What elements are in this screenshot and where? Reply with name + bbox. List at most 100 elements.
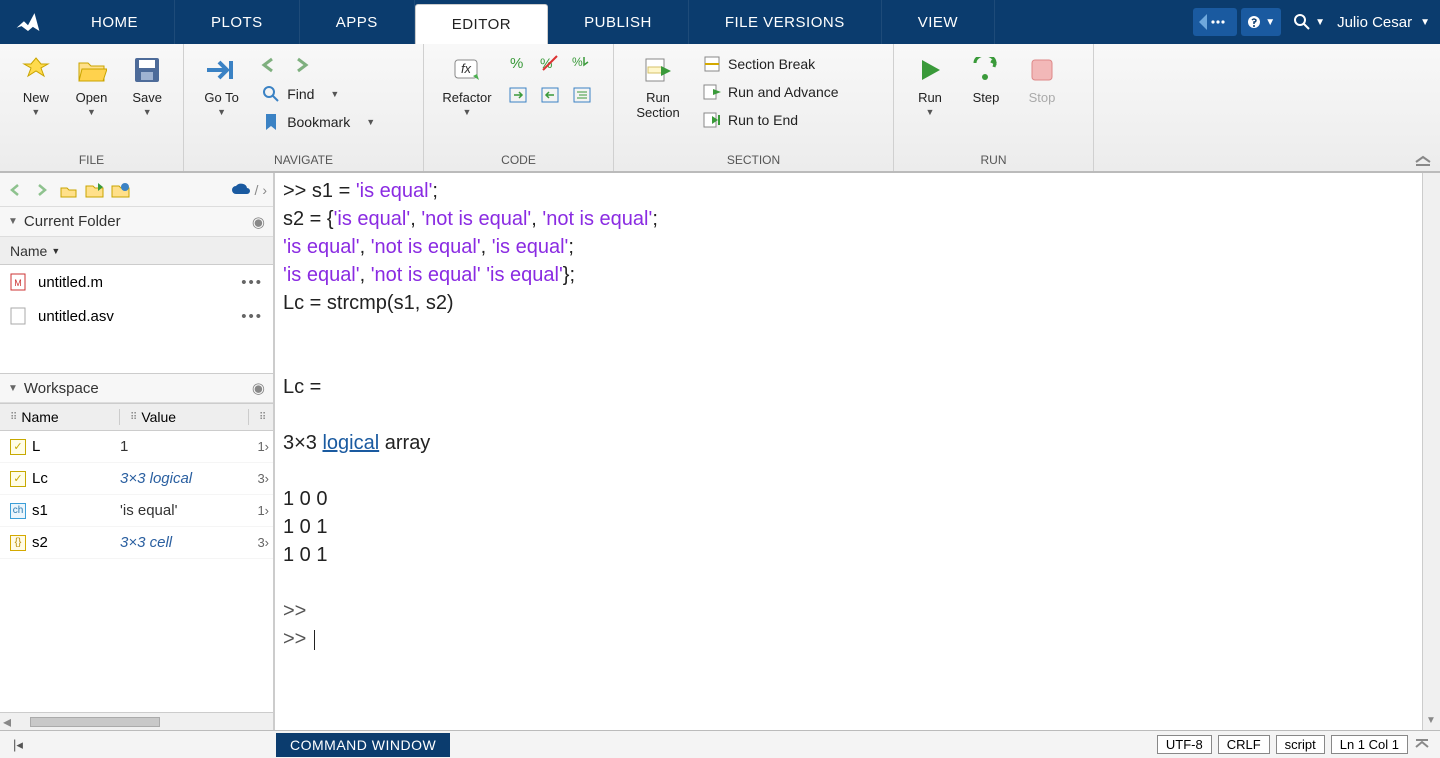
file-name: untitled.m (38, 274, 103, 291)
find-icon (261, 84, 281, 104)
workspace-variable[interactable]: chs1'is equal'1› (0, 495, 273, 527)
run-button[interactable]: Run▼ (902, 50, 958, 117)
cf-column-header[interactable]: Name▼ (0, 237, 273, 265)
status-mode[interactable]: script (1276, 735, 1325, 754)
matlab-logo-icon (0, 0, 55, 44)
wrap-comment-icon[interactable]: % (570, 50, 596, 76)
var-size: 3› (249, 535, 273, 550)
comment-icon[interactable]: % (506, 50, 532, 76)
stop-label: Stop (1029, 90, 1056, 105)
command-window-body[interactable]: >> s1 = 'is equal';s2 = {'is equal', 'no… (275, 173, 1440, 730)
addr-back-icon[interactable] (6, 180, 26, 200)
toolstrip: New▼ Open▼ Save▼ FILE Go To▼ (0, 44, 1440, 172)
panel-menu-icon[interactable]: ◉ (252, 379, 265, 397)
help-dropdown-icon[interactable]: ▼ (1241, 8, 1281, 36)
file-more-icon[interactable]: ••• (241, 274, 263, 291)
var-value: 3×3 cell (120, 534, 249, 551)
top-tab-bar: HOMEPLOTSAPPSEDITORPUBLISHFILE VERSIONSV… (0, 0, 1440, 44)
addr-browse-icon[interactable] (84, 180, 104, 200)
find-label: Find (287, 86, 314, 102)
address-bar: / › (0, 173, 273, 207)
addr-forward-icon[interactable] (32, 180, 52, 200)
refactor-button[interactable]: fx Refactor▼ (432, 50, 502, 117)
ws-col-name[interactable]: ⠿Name (0, 409, 120, 425)
tab-plots[interactable]: PLOTS (175, 0, 300, 44)
cloud-icon[interactable] (230, 180, 250, 200)
addr-up-icon[interactable] (58, 180, 78, 200)
path-more-icon[interactable]: › (262, 182, 267, 198)
step-label: Step (973, 90, 1000, 105)
more-shortcuts-icon[interactable] (1193, 8, 1237, 36)
vertical-scrollbar[interactable]: ▼ (1422, 173, 1440, 730)
uncomment-icon[interactable]: % (538, 50, 564, 76)
workspace-variable[interactable]: Lc3×3 logical3› (0, 463, 273, 495)
tab-apps[interactable]: APPS (300, 0, 415, 44)
status-eol[interactable]: CRLF (1218, 735, 1270, 754)
save-button[interactable]: Save▼ (119, 50, 175, 117)
goto-button[interactable]: Go To▼ (192, 50, 251, 117)
svg-text:fx: fx (461, 61, 472, 76)
new-button[interactable]: New▼ (8, 50, 64, 117)
command-window: >> s1 = 'is equal';s2 = {'is equal', 'no… (275, 173, 1440, 730)
user-name[interactable]: Julio Cesar (1337, 14, 1412, 31)
tab-publish[interactable]: PUBLISH (548, 0, 689, 44)
status-expand-icon[interactable] (1414, 738, 1432, 752)
group-label-code: CODE (424, 151, 613, 171)
workspace-hscroll[interactable]: ◂ (0, 712, 273, 730)
file-more-icon[interactable]: ••• (241, 308, 263, 325)
search-icon[interactable]: ▼ (1293, 13, 1325, 31)
bookmark-button[interactable]: Bookmark ▼ (257, 110, 415, 134)
run-advance-icon (702, 82, 722, 102)
run-to-end-button[interactable]: Run to End (698, 108, 843, 132)
workspace-variable[interactable]: L11› (0, 431, 273, 463)
run-to-end-icon (702, 110, 722, 130)
section-break-label: Section Break (728, 56, 815, 72)
run-section-label: Run Section (636, 90, 679, 120)
status-prev-icon[interactable]: |◂ (0, 737, 36, 753)
workspace-title: ▼ Workspace ◉ (0, 373, 273, 403)
tab-editor[interactable]: EDITOR (415, 4, 548, 44)
run-section-button[interactable]: Run Section (622, 50, 694, 120)
run-advance-button[interactable]: Run and Advance (698, 80, 843, 104)
status-cursor-pos[interactable]: Ln 1 Col 1 (1331, 735, 1408, 754)
open-label: Open (76, 90, 108, 105)
status-encoding[interactable]: UTF-8 (1157, 735, 1212, 754)
svg-text:%: % (572, 55, 583, 69)
open-button[interactable]: Open▼ (64, 50, 120, 117)
collapse-toolstrip-icon[interactable] (1414, 153, 1432, 165)
section-break-button[interactable]: Section Break (698, 52, 843, 76)
indent-icon[interactable] (506, 82, 532, 108)
panel-collapse-icon[interactable]: ▼ (8, 383, 18, 394)
var-cell-icon: {} (10, 535, 26, 551)
path-sep: / (254, 182, 258, 198)
panel-collapse-icon[interactable]: ▼ (8, 216, 18, 227)
outdent-icon[interactable] (538, 82, 564, 108)
user-menu-chevron-icon[interactable]: ▼ (1420, 17, 1430, 28)
run-label: Run (918, 90, 942, 105)
var-name: s2 (32, 534, 48, 551)
nav-forward-icon[interactable] (289, 52, 315, 78)
addr-browse2-icon[interactable] (110, 180, 130, 200)
workspace-header: ⠿Name ⠿Value ⠿ (0, 403, 273, 431)
step-button[interactable]: Step (958, 50, 1014, 105)
tab-home[interactable]: HOME (55, 0, 175, 44)
command-window-tab[interactable]: COMMAND WINDOW (276, 733, 450, 757)
tab-file-versions[interactable]: FILE VERSIONS (689, 0, 882, 44)
var-value: 'is equal' (120, 502, 249, 519)
new-label: New (23, 90, 49, 105)
tab-view[interactable]: VIEW (882, 0, 995, 44)
panel-menu-icon[interactable]: ◉ (252, 213, 265, 231)
run-to-end-label: Run to End (728, 112, 798, 128)
group-label-run: RUN (894, 151, 1093, 171)
smart-indent-icon[interactable] (570, 82, 596, 108)
logical-link[interactable]: logical (322, 432, 379, 454)
ws-col-value[interactable]: ⠿Value (120, 409, 249, 425)
file-icon: M (10, 273, 28, 291)
find-button[interactable]: Find ▼ (257, 82, 415, 106)
file-item[interactable]: Muntitled.m ••• (0, 265, 273, 299)
file-item[interactable]: untitled.asv••• (0, 299, 273, 333)
nav-back-icon[interactable] (257, 52, 283, 78)
stop-button[interactable]: Stop (1014, 50, 1070, 105)
ws-col-more[interactable]: ⠿ (249, 412, 273, 423)
workspace-variable[interactable]: {} s2 3×3 cell3› (0, 527, 273, 559)
